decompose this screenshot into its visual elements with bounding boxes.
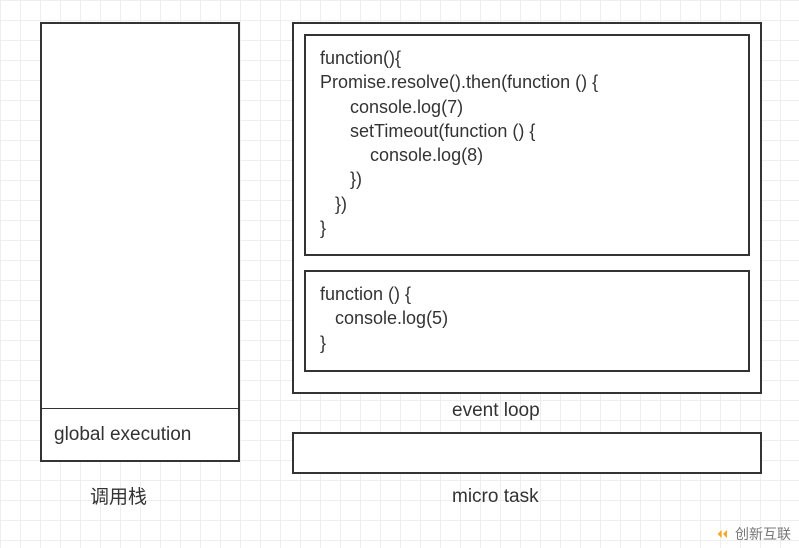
call-stack-caption: 调用栈 bbox=[90, 482, 147, 509]
call-stack-body bbox=[42, 24, 238, 408]
event-loop-caption: event loop bbox=[452, 400, 540, 422]
microtask-callback-code-2: function () { console.log(5) } bbox=[304, 270, 750, 372]
micro-task-caption: micro task bbox=[452, 486, 539, 508]
call-stack-global-frame: global execution bbox=[42, 408, 238, 460]
microtask-callback-code-1: function(){ Promise.resolve().then(funct… bbox=[304, 34, 750, 256]
micro-task-queue-box bbox=[292, 432, 762, 474]
call-stack-container: global execution bbox=[40, 22, 240, 462]
global-execution-label: global execution bbox=[54, 424, 191, 446]
event-loop-container: function(){ Promise.resolve().then(funct… bbox=[292, 22, 762, 394]
watermark: 创新互联 bbox=[715, 524, 791, 544]
watermark-logo-icon bbox=[715, 526, 731, 542]
watermark-text: 创新互联 bbox=[735, 524, 791, 544]
